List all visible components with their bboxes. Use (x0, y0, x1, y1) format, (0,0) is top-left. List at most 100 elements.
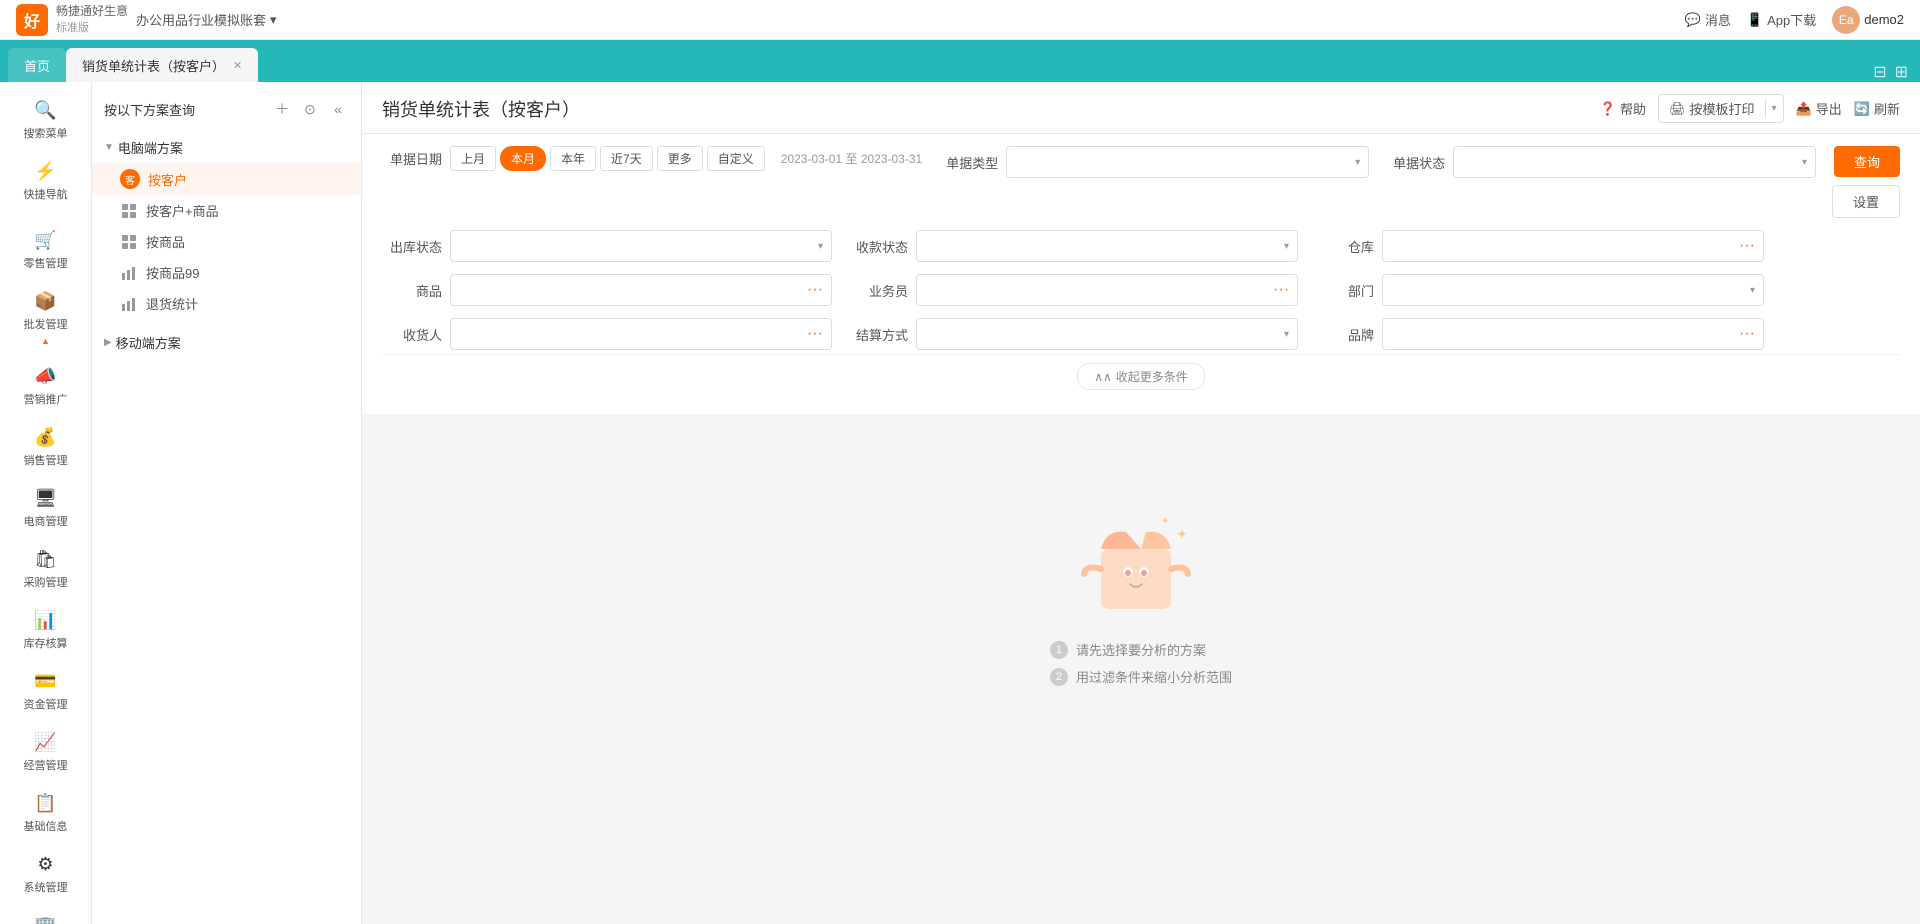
sidebar-item-wholesale[interactable]: 📦 批发管理 ▲ (0, 281, 91, 356)
operations-icon: 📈 (34, 732, 56, 753)
dept-select[interactable]: ▾ (1382, 274, 1764, 306)
sidebar-item-ecommerce[interactable]: 🖥 电商管理 (0, 478, 91, 539)
sidebar-item-quicknav[interactable]: ⚡ 快捷导航 (0, 151, 91, 212)
staff-dots-icon[interactable]: ··· (1273, 281, 1289, 299)
sidebar-item-marketing[interactable]: 📣 营销推广 (0, 356, 91, 417)
app-download-label: App下载 (1767, 10, 1816, 29)
app-selector[interactable]: 办公用品行业模拟账套 ▾ (136, 10, 277, 29)
tab-bar-expand-icon[interactable]: ⊞ (1895, 62, 1908, 82)
scheme-by-customer-label: 按客户 (148, 170, 187, 189)
date-btn-last-month[interactable]: 上月 (450, 146, 496, 171)
app-selector-label: 办公用品行业模拟账套 (136, 10, 266, 29)
message-btn[interactable]: 💬 消息 (1685, 10, 1731, 29)
sidebar-item-purchase[interactable]: 🛍 采购管理 (0, 539, 91, 600)
sidebar-item-system[interactable]: ⚙ 系统管理 (0, 844, 91, 905)
tab-sales-stats-label: 销货单统计表（按客户） (82, 56, 225, 75)
scheme-by-goods[interactable]: 按商品 (92, 226, 361, 257)
sidebar-item-purchase-label: 采购管理 (24, 574, 68, 590)
sidebar-item-basic-label: 基础信息 (24, 818, 68, 834)
date-btn-custom[interactable]: 自定义 (707, 146, 765, 171)
main-area: 销货单统计表（按客户） ❓ 帮助 🖨 按模板打印 ▾ (362, 82, 1920, 924)
help-btn[interactable]: ❓ 帮助 (1600, 99, 1646, 118)
edit-scheme-btn[interactable]: ⊙ (299, 98, 321, 120)
sidebar-item-operations[interactable]: 📈 经营管理 (0, 722, 91, 783)
refresh-btn[interactable]: 🔄 刷新 (1854, 99, 1900, 118)
step-2-num: 2 (1050, 668, 1068, 686)
brand-dots-icon[interactable]: ··· (1739, 325, 1755, 343)
setting-button[interactable]: 设置 (1832, 185, 1900, 218)
collapse-btn[interactable]: ∧∧ 收起更多条件 (1077, 363, 1205, 390)
left-panel-title: 按以下方案查询 (104, 100, 195, 119)
help-label: 帮助 (1620, 99, 1646, 118)
consignee-dots-icon[interactable]: ··· (807, 325, 823, 343)
sidebar-item-search[interactable]: 🔍 搜索菜单 (0, 90, 91, 151)
scheme-by-goods-99[interactable]: 按商品99 (92, 257, 361, 288)
quicknav-icon: ⚡ (34, 161, 56, 182)
mobile-schemes-parent[interactable]: ▶ 移动端方案 (92, 327, 361, 358)
brand-select[interactable]: ··· (1382, 318, 1764, 350)
staff-select[interactable]: ··· (916, 274, 1298, 306)
dept-label: 部门 (1314, 281, 1374, 300)
sales-icon: 💰 (34, 427, 56, 448)
message-label: 消息 (1705, 10, 1731, 29)
export-btn[interactable]: 📤 导出 (1796, 99, 1842, 118)
receipt-status-select[interactable]: ▾ (916, 230, 1298, 262)
collapse-panel-btn[interactable]: « (327, 98, 349, 120)
order-type-label: 单据类型 (938, 153, 998, 172)
sidebar-item-enterprise[interactable]: 🏢 企业协同 (0, 905, 91, 924)
scheme-return-stats[interactable]: 退货统计 (92, 288, 361, 319)
logo-text-area: 畅捷通好生意 标准版 (56, 4, 128, 36)
user-area[interactable]: Ea demo2 (1832, 6, 1904, 34)
order-status-label: 单据状态 (1385, 153, 1445, 172)
page-title: 销货单统计表（按客户） (382, 96, 580, 122)
sidebar-item-marketing-label: 营销推广 (24, 391, 68, 407)
order-type-select[interactable]: ▾ (1006, 146, 1369, 178)
staff-label: 业务员 (848, 281, 908, 300)
date-btn-7days[interactable]: 近7天 (600, 146, 653, 171)
user-avatar-text: Ea (1839, 13, 1854, 27)
warehouse-dots-icon[interactable]: ··· (1739, 237, 1755, 255)
date-btn-this-year[interactable]: 本年 (550, 146, 596, 171)
settlement-select[interactable]: ▾ (916, 318, 1298, 350)
query-button[interactable]: 查询 (1834, 146, 1900, 177)
top-bar-right: 💬 消息 📱 App下载 Ea demo2 (1685, 6, 1904, 34)
sidebar-item-basic[interactable]: 📋 基础信息 (0, 783, 91, 844)
svg-text:✦: ✦ (1176, 526, 1188, 542)
sidebar-item-retail-label: 零售管理 (24, 255, 68, 271)
scheme-by-customer[interactable]: 客 按客户 (92, 163, 361, 195)
tab-close-icon[interactable]: ✕ (233, 59, 242, 72)
date-btn-more[interactable]: 更多 (657, 146, 703, 171)
sidebar-item-finance[interactable]: 💳 资金管理 (0, 661, 91, 722)
warehouse-label: 仓库 (1314, 237, 1374, 256)
add-scheme-btn[interactable]: ＋ (271, 98, 293, 120)
order-status-select[interactable]: ▾ (1453, 146, 1816, 178)
goods-dots-icon[interactable]: ··· (807, 281, 823, 299)
finance-icon: 💳 (34, 671, 56, 692)
message-icon: 💬 (1685, 12, 1701, 28)
print-dropdown-arrow[interactable]: ▾ (1765, 99, 1783, 118)
desktop-schemes-parent[interactable]: ▼ 电脑端方案 (92, 132, 361, 163)
sidebar-item-sales[interactable]: 💰 销售管理 (0, 417, 91, 478)
enterprise-icon: 🏢 (34, 915, 56, 924)
tab-home[interactable]: 首页 (8, 48, 66, 82)
print-template-btn[interactable]: 🖨 按模板打印 (1659, 95, 1765, 122)
print-template-dropdown[interactable]: 🖨 按模板打印 ▾ (1658, 94, 1784, 123)
page-title-row: 销货单统计表（按客户） ❓ 帮助 🖨 按模板打印 ▾ (382, 94, 1900, 133)
main-content: 🔍 搜索菜单 ⚡ 快捷导航 🛒 零售管理 📦 批发管理 ▲ 📣 营销推广 (0, 82, 1920, 924)
search-icon: 🔍 (34, 100, 56, 121)
inventory-icon: 📊 (34, 610, 56, 631)
consignee-select[interactable]: ··· (450, 318, 832, 350)
scheme-by-customer-goods[interactable]: 按客户+商品 (92, 195, 361, 226)
goods-select[interactable]: ··· (450, 274, 832, 306)
app-download-btn[interactable]: 📱 App下载 (1747, 10, 1816, 29)
tab-sales-stats[interactable]: 销货单统计表（按客户） ✕ (66, 48, 258, 82)
collapse-btn-label: 收起更多条件 (1116, 368, 1188, 385)
sidebar-item-retail[interactable]: 🛒 零售管理 (0, 220, 91, 281)
out-status-select[interactable]: ▾ (450, 230, 832, 262)
sidebar-item-inventory[interactable]: 📊 库存核算 (0, 600, 91, 661)
warehouse-select[interactable]: ··· (1382, 230, 1764, 262)
sidebar-item-search-label: 搜索菜单 (24, 125, 68, 141)
tab-bar-minimize-icon[interactable]: ⊟ (1873, 62, 1886, 82)
date-btn-this-month[interactable]: 本月 (500, 146, 546, 171)
user-name: demo2 (1864, 12, 1904, 27)
